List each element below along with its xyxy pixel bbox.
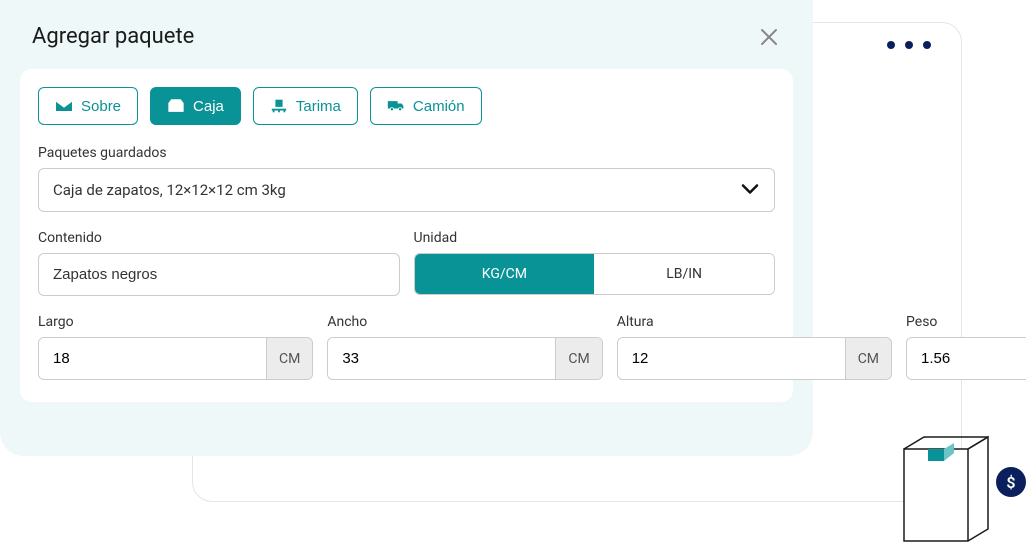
largo-label: Largo [38,314,313,330]
content-input[interactable] [38,253,400,296]
ancho-input[interactable] [328,338,555,379]
unit-label: Unidad [414,230,776,246]
close-icon [760,28,778,46]
unit-option-imperial[interactable]: LB/IN [594,254,774,294]
largo-input[interactable] [39,338,266,379]
peso-label: Peso [906,314,1026,330]
window-dot [887,41,895,49]
modal-card: Sobre Caja Tarima Camión [20,69,793,402]
price-badge: $ [996,467,1026,497]
saved-packages-value: Caja de zapatos, 12×12×12 cm 3kg [38,168,775,212]
window-dot [905,41,913,49]
altura-input[interactable] [618,338,845,379]
truck-icon [387,97,405,115]
modal-header: Agregar paquete [0,0,813,69]
box-illustration [896,429,996,549]
ancho-unit: CM [555,338,601,379]
saved-packages-select[interactable]: Caja de zapatos, 12×12×12 cm 3kg [38,168,775,212]
package-type-caja[interactable]: Caja [150,87,241,125]
package-type-camion[interactable]: Camión [370,87,482,125]
content-label: Contenido [38,230,400,246]
modal-title: Agregar paquete [32,24,194,49]
ancho-label: Ancho [327,314,602,330]
package-type-label: Caja [193,98,224,115]
package-type-group: Sobre Caja Tarima Camión [38,87,775,125]
dollar-icon: $ [1006,473,1015,492]
pallet-icon [270,97,288,115]
saved-packages-label: Paquetes guardados [38,145,775,161]
close-button[interactable] [757,25,781,49]
package-type-tarima[interactable]: Tarima [253,87,358,125]
window-dot [923,41,931,49]
peso-input[interactable] [907,338,1026,379]
package-type-label: Camión [413,98,465,115]
add-package-modal: Agregar paquete Sobre Caja [0,0,813,422]
box-icon [167,97,185,115]
unit-toggle: KG/CM LB/IN [414,253,776,295]
envelope-icon [55,97,73,115]
unit-option-metric[interactable]: KG/CM [415,254,595,294]
package-type-sobre[interactable]: Sobre [38,87,138,125]
package-type-label: Sobre [81,98,121,115]
package-type-label: Tarima [296,98,341,115]
window-controls [887,41,931,49]
largo-unit: CM [266,338,312,379]
altura-unit: CM [845,338,891,379]
altura-label: Altura [617,314,892,330]
